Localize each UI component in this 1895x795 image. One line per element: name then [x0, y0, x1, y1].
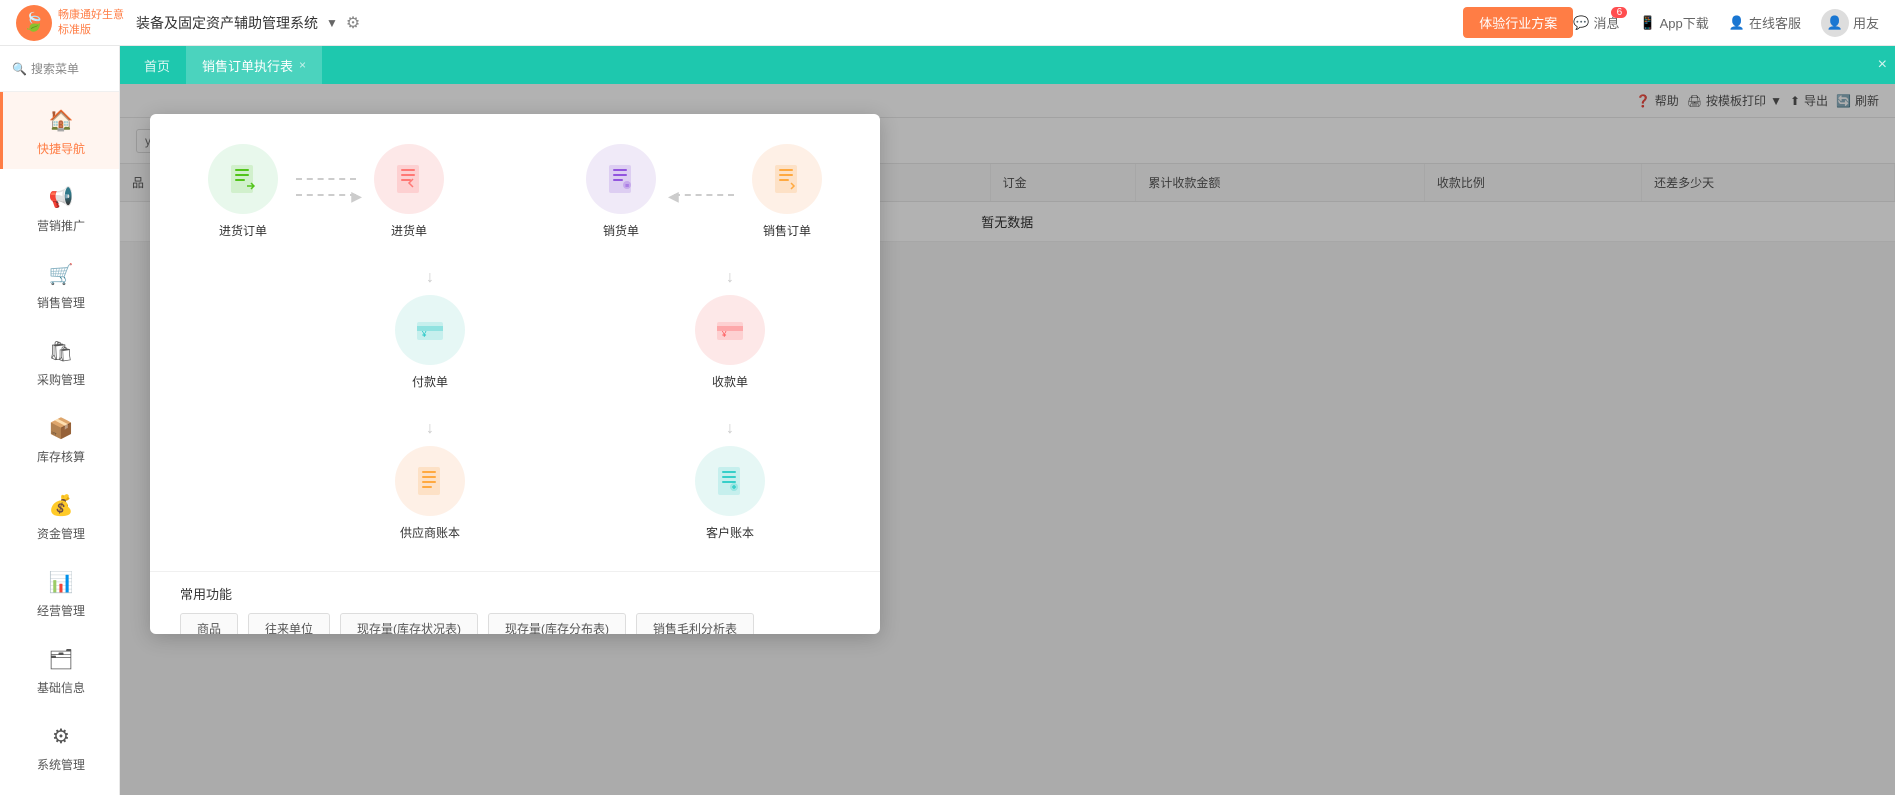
svg-text:≡: ≡: [625, 183, 629, 190]
tab-home[interactable]: 首页: [128, 46, 186, 84]
search-menu-button[interactable]: 🔍 搜索菜单: [8, 56, 111, 81]
flow-node-purchase-order[interactable]: 进货订单: [190, 144, 296, 239]
func-btn-sales-profit[interactable]: 销售毛利分析表: [636, 613, 754, 634]
flow-node-sales-order[interactable]: 销售订单: [734, 144, 840, 239]
avatar: 👤: [1821, 9, 1849, 37]
settings-icon-button[interactable]: ⚙: [346, 13, 360, 33]
svg-text:¥: ¥: [721, 330, 727, 339]
arrow-h-2: ◀: [674, 159, 734, 224]
payment-circle: ¥: [395, 295, 465, 365]
common-functions: 常用功能 商品 往来单位 现存量(库存状况表) 现存量(库存分布表) 销售毛利分…: [150, 571, 880, 634]
purchase-order-circle: [208, 144, 278, 214]
tab-close-icon[interactable]: ×: [299, 58, 306, 72]
sales-bill-circle: ≡: [586, 144, 656, 214]
flow-node-payment[interactable]: ¥ 付款单: [370, 295, 490, 390]
top-header: 🍃 畅康通好生意 标准版 装备及固定资产辅助管理系统 ▼ ⚙ 体验行业方案 💬 …: [0, 0, 1895, 46]
func-buttons-row1: 商品 往来单位 现存量(库存状况表) 现存量(库存分布表) 销售毛利分析表 商品…: [180, 613, 850, 634]
flow-diagram: 进货订单 ▶: [150, 114, 880, 571]
sidebar-item-enterprise[interactable]: 🤝 企业协同: [0, 785, 119, 795]
arrow-h-1: ▶: [296, 159, 356, 224]
func-btn-stock-dist[interactable]: 现存量(库存分布表): [488, 613, 626, 634]
system-icon: ⚙: [45, 720, 77, 752]
flow-node-sales-bill[interactable]: ≡ 销货单: [568, 144, 674, 239]
sidebar-item-operations[interactable]: 📊 经营管理: [0, 554, 119, 631]
flow-node-supplier-ledger[interactable]: 供应商账本: [370, 446, 490, 541]
inventory-icon: 📦: [45, 412, 77, 444]
download-icon: 📱: [1639, 15, 1655, 31]
trial-button[interactable]: 体验行业方案: [1463, 7, 1573, 38]
flow-arrows-v: ↓ ↓: [190, 269, 840, 295]
common-functions-title: 常用功能: [180, 572, 850, 613]
sidebar-item-system[interactable]: ⚙ 系统管理: [0, 708, 119, 785]
sidebar-item-finance[interactable]: 💰 资金管理: [0, 477, 119, 554]
finance-icon: 💰: [45, 489, 77, 521]
func-btn-goods[interactable]: 商品: [180, 613, 238, 634]
sidebar-item-purchase[interactable]: 🛍 采购管理: [0, 323, 119, 400]
system-dropdown-button[interactable]: ▼: [326, 16, 338, 30]
sales-order-circle: [752, 144, 822, 214]
user-area[interactable]: 👤 用友: [1821, 9, 1879, 37]
purchase-icon: 🛍: [45, 335, 77, 367]
sidebar-item-quick-nav[interactable]: 🏠 快捷导航: [0, 92, 119, 169]
logo-area: 🍃 畅康通好生意 标准版: [16, 5, 136, 41]
flow-node-receipt[interactable]: ¥ 收款单: [670, 295, 790, 390]
message-badge: 6: [1611, 7, 1627, 18]
app-download-button[interactable]: 📱 App下载: [1639, 13, 1708, 32]
customer-ledger-circle: [695, 446, 765, 516]
modal-box: 进货订单 ▶: [150, 114, 880, 634]
search-icon: 🔍: [12, 62, 27, 76]
sidebar-item-inventory[interactable]: 📦 库存核算: [0, 400, 119, 477]
supplier-ledger-circle: [395, 446, 465, 516]
header-right: 💬 消息 6 📱 App下载 👤 在线客服 👤 用友: [1573, 9, 1879, 37]
func-btn-stock-status[interactable]: 现存量(库存状况表): [340, 613, 478, 634]
flow-row-3: 供应商账本: [190, 446, 840, 541]
purchase-circle: [374, 144, 444, 214]
logo-icon: 🍃: [16, 5, 52, 41]
online-service-button[interactable]: 👤 在线客服: [1729, 13, 1801, 32]
content-area: 首页 销售订单执行表 × × ❓ 帮助 🖨 按模板打印: [120, 46, 1895, 795]
tab-bar: 首页 销售订单执行表 × ×: [120, 46, 1895, 84]
system-title: 装备及固定资产辅助管理系统 ▼ ⚙: [136, 13, 1451, 33]
sidebar-search-area: 🔍 搜索菜单: [0, 46, 119, 92]
sidebar: 🔍 搜索菜单 🏠 快捷导航 📢 营销推广 🛒 销售管理 🛍 采购管理 📦 库存核…: [0, 46, 120, 795]
modal-overlay: 进货订单 ▶: [120, 84, 1895, 795]
close-all-tabs-button[interactable]: ×: [1878, 56, 1887, 74]
home-icon: 🏠: [45, 104, 77, 136]
flow-row-2: ¥ 付款单: [190, 295, 840, 390]
flow-arrows-v2: ↓ ↓: [190, 420, 840, 446]
page-content: ❓ 帮助 🖨 按模板打印 ▼ ⬆ 导出 🔄 刷新: [120, 84, 1895, 795]
sidebar-item-marketing[interactable]: 📢 营销推广: [0, 169, 119, 246]
marketing-icon: 📢: [45, 181, 77, 213]
basic-info-icon: 🗂: [45, 643, 77, 675]
svg-text:¥: ¥: [421, 330, 427, 339]
main-layout: 🔍 搜索菜单 🏠 快捷导航 📢 营销推广 🛒 销售管理 🛍 采购管理 📦 库存核…: [0, 46, 1895, 795]
flow-node-purchase[interactable]: 进货单: [356, 144, 462, 239]
sales-icon: 🛒: [45, 258, 77, 290]
tab-sales-order[interactable]: 销售订单执行表 ×: [186, 46, 322, 84]
operations-icon: 📊: [45, 566, 77, 598]
logo-text: 畅康通好生意 标准版: [58, 8, 124, 37]
flow-row-1: 进货订单 ▶: [190, 144, 840, 239]
flow-node-customer-ledger[interactable]: 客户账本: [670, 446, 790, 541]
receipt-circle: ¥: [695, 295, 765, 365]
sidebar-item-basic-info[interactable]: 🗂 基础信息: [0, 631, 119, 708]
message-button[interactable]: 💬 消息 6: [1573, 13, 1619, 32]
service-icon: 👤: [1729, 15, 1745, 31]
message-icon: 💬: [1573, 15, 1589, 31]
func-btn-partners[interactable]: 往来单位: [248, 613, 330, 634]
sidebar-item-sales[interactable]: 🛒 销售管理: [0, 246, 119, 323]
